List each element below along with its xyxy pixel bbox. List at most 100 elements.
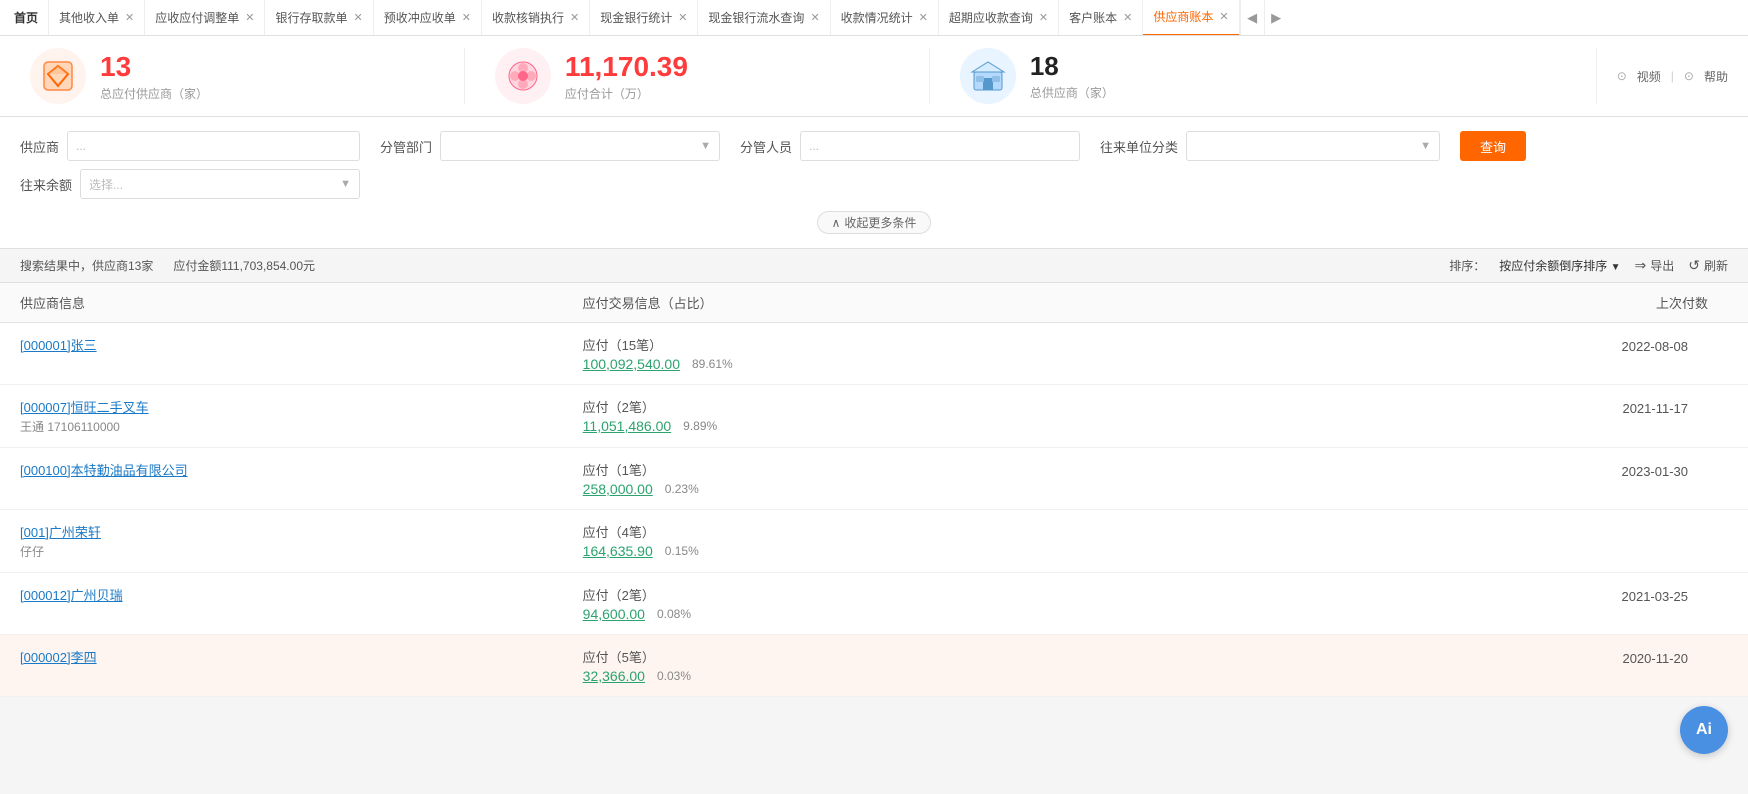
table-scroll: [000001]张三 应付（15笔） 100,092,540.00 89.61%… <box>0 323 1748 697</box>
nav-tab-prepay-collect[interactable]: 预收冲应收单 ✕ <box>374 0 482 36</box>
close-icon[interactable]: ✕ <box>354 11 363 24</box>
transaction-amount[interactable]: 164,635.90 <box>583 543 653 559</box>
export-link[interactable]: ⇒ 导出 <box>1635 257 1675 274</box>
nav-tab-collection-stat-label: 收款情况统计 <box>841 9 913 26</box>
nav-arrow-right[interactable]: ▶ <box>1264 0 1288 36</box>
close-icon[interactable]: ✕ <box>245 11 254 24</box>
help-link[interactable]: 帮助 <box>1704 68 1728 85</box>
supplier-name-link[interactable]: [001]广州荣轩 <box>20 522 583 541</box>
collapse-up-icon: ∧ <box>832 216 841 230</box>
balance-select[interactable]: 选择... ▼ <box>80 169 360 199</box>
transaction-amount[interactable]: 94,600.00 <box>583 606 645 622</box>
close-icon[interactable]: ✕ <box>810 11 819 24</box>
transaction-label: 应付（2笔） <box>583 585 1258 604</box>
ai-button[interactable]: Ai <box>1680 706 1728 754</box>
supplier-name-link[interactable]: [000002]李四 <box>20 647 583 666</box>
stat-info-total-payable: 11,170.39 应付合计（万） <box>565 50 688 103</box>
result-bar: 搜索结果中，供应商13家 应付金额111,703,854.00元 排序： 按应付… <box>0 249 1748 283</box>
col-header-supplier: 供应商信息 <box>20 293 583 312</box>
nav-tab-customer-account-label: 客户账本 <box>1069 9 1117 26</box>
nav-tab-supplier-account[interactable]: 供应商账本 ✕ <box>1143 0 1239 36</box>
nav-tab-collection-stat[interactable]: 收款情况统计 ✕ <box>831 0 939 36</box>
collapse-label: 收起更多条件 <box>844 214 916 231</box>
nav-tab-other-income-label: 其他收入单 <box>59 9 119 26</box>
sort-dropdown-arrow: ▼ <box>1611 262 1621 273</box>
export-icon: ⇒ <box>1635 257 1647 274</box>
nav-tab-other-income[interactable]: 其他收入单 ✕ <box>49 0 145 36</box>
transaction-amount[interactable]: 32,366.00 <box>583 668 645 684</box>
transaction-row: 32,366.00 0.03% <box>583 668 1258 684</box>
close-icon[interactable]: ✕ <box>919 11 928 24</box>
close-icon[interactable]: ✕ <box>1219 10 1228 23</box>
close-icon[interactable]: ✕ <box>678 11 687 24</box>
supplier-info-cell: [000001]张三 <box>20 335 583 354</box>
balance-dropdown-arrow: ▼ <box>340 178 351 190</box>
last-payment-cell: 2021-11-17 <box>1258 397 1728 416</box>
result-bar-left: 搜索结果中，供应商13家 应付金额111,703,854.00元 <box>20 257 315 274</box>
supplier-info-cell: [000007]恒旺二手叉车 王通 17106110000 <box>20 397 583 435</box>
close-icon[interactable]: ✕ <box>570 11 579 24</box>
nav-tab-bank-deposit[interactable]: 银行存取款单 ✕ <box>265 0 373 36</box>
table-row: [001]广州荣轩 仔仔 应付（4笔） 164,635.90 0.15% <box>0 510 1748 573</box>
table-row: [000007]恒旺二手叉车 王通 17106110000 应付（2笔） 11,… <box>0 385 1748 448</box>
transaction-percent: 0.03% <box>657 669 691 683</box>
transaction-info-cell: 应付（4笔） 164,635.90 0.15% <box>583 522 1258 559</box>
stat-block-total-payable: 11,170.39 应付合计（万） <box>465 48 930 104</box>
supplier-name-link[interactable]: [000007]恒旺二手叉车 <box>20 397 583 416</box>
transaction-amount[interactable]: 100,092,540.00 <box>583 356 680 372</box>
transaction-percent: 0.08% <box>657 607 691 621</box>
last-payment-date: 2020-11-20 <box>1258 651 1708 666</box>
supplier-info-cell: [000012]广州贝瑞 <box>20 585 583 604</box>
supplier-name-link[interactable]: [000001]张三 <box>20 335 583 354</box>
stat-label-total-payable: 应付合计（万） <box>565 85 688 102</box>
close-icon[interactable]: ✕ <box>1123 11 1132 24</box>
nav-tab-collection-exec[interactable]: 收款核销执行 ✕ <box>482 0 590 36</box>
refresh-link[interactable]: ↺ 刷新 <box>1688 257 1728 274</box>
refresh-label: 刷新 <box>1704 257 1728 274</box>
sort-value[interactable]: 按应付余额倒序排序 ▼ <box>1499 257 1620 274</box>
filter-item-balance: 往来余额 选择... ▼ <box>20 169 360 199</box>
collapse-button[interactable]: ∧ 收起更多条件 <box>817 211 932 234</box>
close-icon[interactable]: ✕ <box>1039 11 1048 24</box>
nav-tab-cash-bank-stat[interactable]: 现金银行统计 ✕ <box>590 0 698 36</box>
nav-tab-home[interactable]: 首页 <box>4 0 49 36</box>
video-link-icon: ⊙ <box>1617 69 1627 83</box>
stat-icon-diamond <box>30 48 86 104</box>
nav-tab-ap-adj[interactable]: 应收应付调整单 ✕ <box>145 0 265 36</box>
filter-area: 供应商 ... 分管部门 ▼ 分管人员 ... 往来单位分类 ▼ 查询 <box>0 117 1748 249</box>
nav-tab-overdue-query[interactable]: 超期应收款查询 ✕ <box>939 0 1059 36</box>
search-button[interactable]: 查询 <box>1460 131 1526 161</box>
nav-tab-bank-deposit-label: 银行存取款单 <box>275 9 347 26</box>
ai-button-label: Ai <box>1696 721 1712 739</box>
close-icon[interactable]: ✕ <box>125 11 134 24</box>
last-payment-cell <box>1258 522 1728 526</box>
close-icon[interactable]: ✕ <box>462 11 471 24</box>
transaction-amount[interactable]: 11,051,486.00 <box>583 418 672 434</box>
transaction-label: 应付（2笔） <box>583 397 1258 416</box>
supplier-name-link[interactable]: [000012]广州贝瑞 <box>20 585 583 604</box>
supplier-input[interactable]: ... <box>67 131 360 161</box>
person-input[interactable]: ... <box>800 131 1080 161</box>
transaction-amount[interactable]: 258,000.00 <box>583 481 653 497</box>
dept-select[interactable]: ▼ <box>440 131 720 161</box>
filter-item-person: 分管人员 ... <box>740 131 1080 161</box>
nav-arrow-left[interactable]: ◀ <box>1240 0 1264 36</box>
transaction-info-cell: 应付（2笔） 94,600.00 0.08% <box>583 585 1258 622</box>
nav-tab-customer-account[interactable]: 客户账本 ✕ <box>1059 0 1143 36</box>
transaction-row: 94,600.00 0.08% <box>583 606 1258 622</box>
stat-info-suppliers-with-payable: 13 总应付供应商（家） <box>100 50 208 103</box>
last-payment-cell: 2021-03-25 <box>1258 585 1728 604</box>
nav-tab-cash-bank-query[interactable]: 现金银行流水查询 ✕ <box>698 0 830 36</box>
stat-number-total-payable: 11,170.39 <box>565 50 688 84</box>
transaction-row: 258,000.00 0.23% <box>583 481 1258 497</box>
supplier-name-link[interactable]: [000100]本特勤油品有限公司 <box>20 460 583 479</box>
transaction-label: 应付（1笔） <box>583 460 1258 479</box>
divider: | <box>1671 69 1674 83</box>
video-link[interactable]: 视频 <box>1637 68 1661 85</box>
transaction-row: 11,051,486.00 9.89% <box>583 418 1258 434</box>
stat-number-total-suppliers: 18 <box>1030 51 1114 82</box>
unit-class-select[interactable]: ▼ <box>1186 131 1440 161</box>
stats-bar: 13 总应付供应商（家） 11,170.39 应付合计（万） <box>0 36 1748 117</box>
stat-block-suppliers-with-payable: 13 总应付供应商（家） <box>20 48 465 104</box>
last-payment-date: 2023-01-30 <box>1258 464 1708 479</box>
